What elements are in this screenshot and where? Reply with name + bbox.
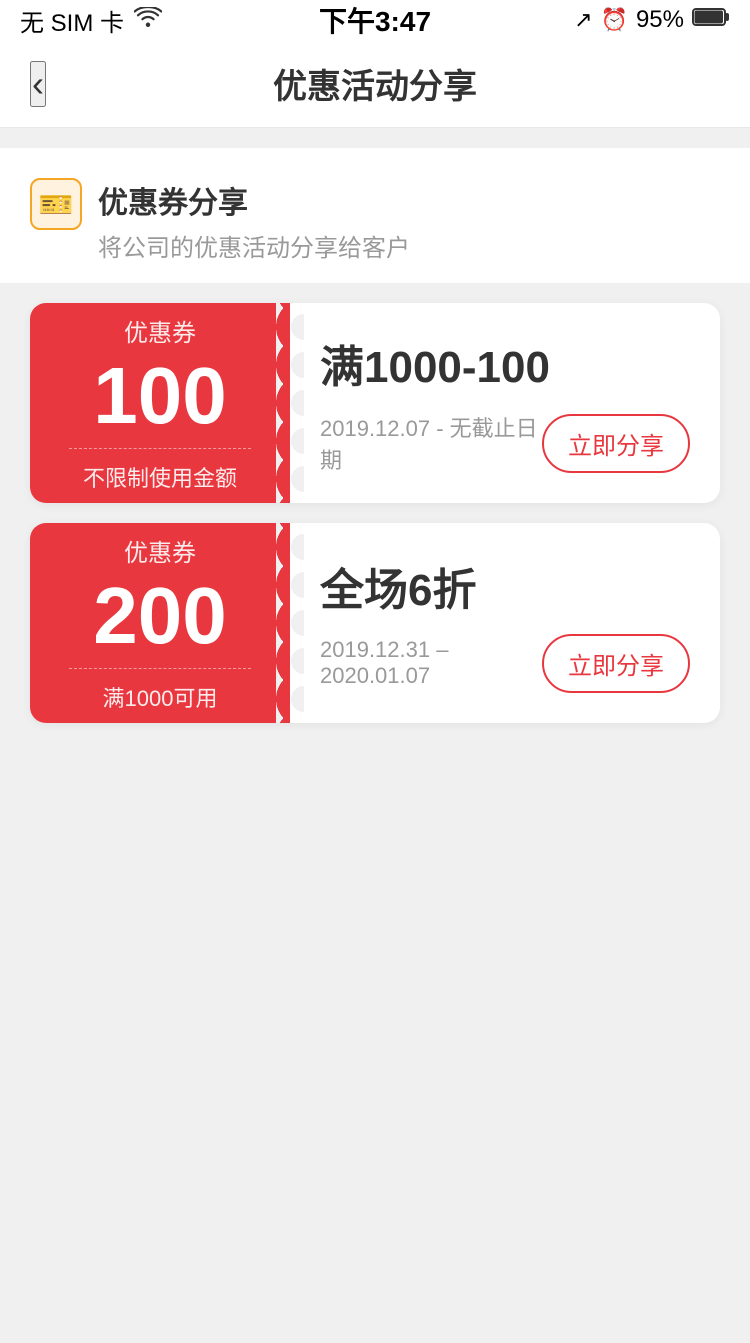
- status-right: ↗ ⏰ 95%: [574, 6, 730, 34]
- coupon-condition-2: 满1000可用: [103, 681, 218, 713]
- coupon-condition-1: 不限制使用金额: [83, 461, 237, 493]
- coupon-card-1: 优惠券 100 不限制使用金额 满1000-100 2019.12.07 - 无…: [30, 303, 720, 503]
- back-button[interactable]: ‹: [30, 61, 46, 107]
- coupon-amount-1: 100: [93, 356, 226, 436]
- location-icon: ↗: [574, 7, 592, 33]
- coupon-right-1: 满1000-100 2019.12.07 - 无截止日期 立即分享: [290, 303, 720, 503]
- share-button-1[interactable]: 立即分享: [542, 414, 690, 473]
- carrier-text: 无 SIM 卡: [20, 3, 124, 38]
- status-left: 无 SIM 卡: [20, 3, 162, 38]
- section-header: 🎫 优惠券分享 将公司的优惠活动分享给客户: [0, 148, 750, 283]
- coupon-icon: 🎫: [30, 178, 82, 230]
- section-subtitle: 将公司的优惠活动分享给客户: [98, 228, 410, 263]
- coupon-date-1: 2019.12.07 - 无截止日期: [320, 411, 542, 475]
- status-time: 下午3:47: [319, 0, 431, 40]
- coupon-name-1: 满1000-100: [320, 331, 690, 395]
- share-button-2[interactable]: 立即分享: [542, 634, 690, 693]
- coupon-divider-2: [69, 668, 251, 669]
- wifi-icon: [134, 6, 162, 34]
- coupon-meta-2: 2019.12.31 – 2020.01.07 立即分享: [320, 634, 690, 693]
- battery-icon: [692, 6, 730, 34]
- coupon-left-1: 优惠券 100 不限制使用金额: [30, 303, 290, 503]
- nav-bar: ‹ 优惠活动分享: [0, 40, 750, 128]
- coupon-label-1: 优惠券: [124, 313, 196, 348]
- page-background: [0, 743, 750, 1343]
- battery-text: 95%: [636, 6, 684, 34]
- coupon-date-2: 2019.12.31 – 2020.01.07: [320, 637, 542, 689]
- coupon-right-2: 全场6折 2019.12.31 – 2020.01.07 立即分享: [290, 523, 720, 723]
- status-bar: 无 SIM 卡 下午3:47 ↗ ⏰ 95%: [0, 0, 750, 40]
- coupon-name-2: 全场6折: [320, 554, 690, 618]
- coupon-divider-1: [69, 448, 251, 449]
- coupon-list: 优惠券 100 不限制使用金额 满1000-100 2019.12.07 - 无…: [0, 283, 750, 743]
- coupon-left-2: 优惠券 200 满1000可用: [30, 523, 290, 723]
- section-text: 优惠券分享 将公司的优惠活动分享给客户: [98, 178, 410, 263]
- coupon-label-2: 优惠券: [124, 533, 196, 568]
- section-title: 优惠券分享: [98, 178, 410, 222]
- coupon-meta-1: 2019.12.07 - 无截止日期 立即分享: [320, 411, 690, 475]
- coupon-amount-2: 200: [93, 576, 226, 656]
- coupon-card-2: 优惠券 200 满1000可用 全场6折 2019.12.31 – 2020.0…: [30, 523, 720, 723]
- alarm-icon: ⏰: [601, 7, 628, 33]
- nav-title: 优惠活动分享: [273, 59, 477, 108]
